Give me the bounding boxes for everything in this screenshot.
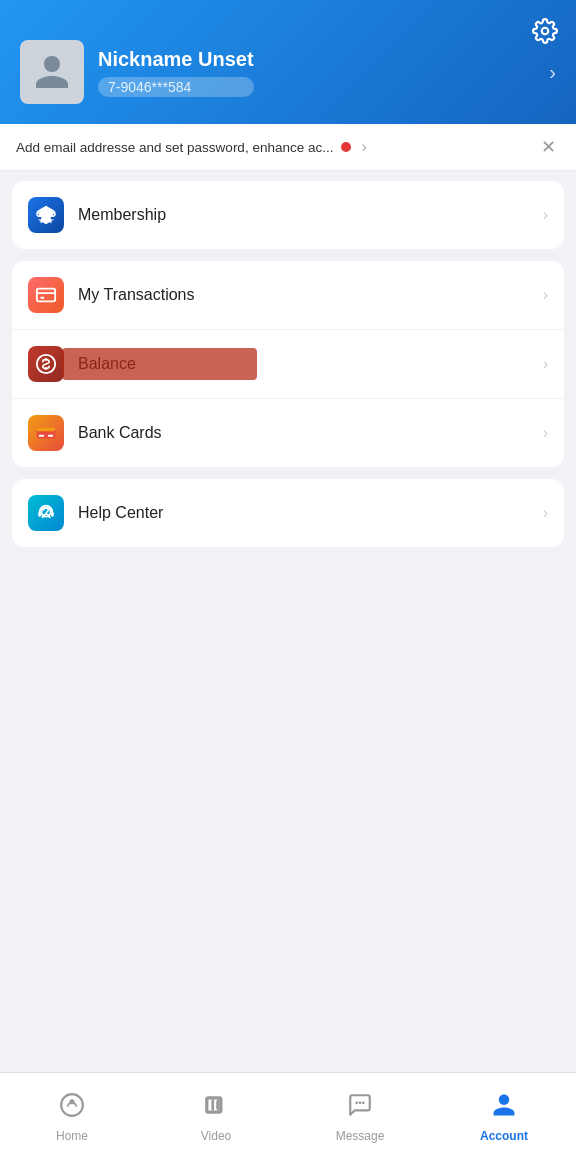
membership-menu-item[interactable]: Membership › — [12, 181, 564, 249]
transactions-icon — [28, 277, 64, 313]
balance-menu-item[interactable]: Balance › — [12, 330, 564, 399]
bankcards-chevron-icon: › — [543, 424, 548, 442]
svg-rect-11 — [38, 512, 41, 517]
bankcards-icon — [28, 415, 64, 451]
banner-dot-icon — [341, 142, 351, 152]
bankcards-label: Bank Cards — [78, 424, 543, 442]
home-icon — [59, 1092, 85, 1125]
user-nickname: Nickname Unset — [98, 48, 254, 71]
balance-label: Balance — [78, 355, 543, 373]
svg-rect-2 — [37, 289, 55, 302]
home-nav-label: Home — [56, 1129, 88, 1143]
banner-content: Add email addresse and set password, enh… — [16, 138, 537, 156]
transactions-label: My Transactions — [78, 286, 543, 304]
nav-item-account[interactable]: Account — [432, 1073, 576, 1154]
message-nav-label: Message — [336, 1129, 385, 1143]
membership-icon — [28, 197, 64, 233]
svg-rect-8 — [39, 435, 45, 437]
nav-item-message[interactable]: Message — [288, 1073, 432, 1154]
svg-point-0 — [542, 28, 549, 35]
balance-icon — [28, 346, 64, 382]
svg-point-13 — [61, 1094, 83, 1116]
svg-rect-12 — [51, 512, 54, 517]
helpcenter-label: Help Center — [78, 504, 543, 522]
video-icon — [203, 1092, 229, 1125]
transactions-menu-item[interactable]: My Transactions › — [12, 261, 564, 330]
balance-chevron-icon: › — [543, 355, 548, 373]
transactions-chevron-icon: › — [543, 286, 548, 304]
user-phone: 7-9046***584 — [98, 77, 254, 97]
helpcenter-menu-item[interactable]: Help Center › — [12, 479, 564, 547]
account-icon — [491, 1092, 517, 1125]
header: Nickname Unset 7-9046***584 › — [0, 0, 576, 124]
settings-button[interactable] — [532, 18, 558, 50]
membership-chevron-icon: › — [543, 206, 548, 224]
nav-item-video[interactable]: Video — [144, 1073, 288, 1154]
banner-message: Add email addresse and set password, enh… — [16, 140, 333, 155]
banner-chevron-icon: › — [361, 138, 366, 156]
svg-point-14 — [70, 1100, 73, 1103]
nav-item-home[interactable]: Home — [0, 1073, 144, 1154]
svg-rect-9 — [48, 435, 54, 437]
banner-close-button[interactable]: ✕ — [537, 136, 560, 158]
support-section: Help Center › — [12, 479, 564, 547]
user-info: Nickname Unset 7-9046***584 — [98, 48, 254, 97]
message-icon — [347, 1092, 373, 1125]
helpcenter-icon — [28, 495, 64, 531]
bottom-navigation: Home Video Message — [0, 1072, 576, 1154]
membership-section: Membership › — [12, 181, 564, 249]
video-nav-label: Video — [201, 1129, 231, 1143]
svg-rect-7 — [37, 428, 55, 432]
user-profile-section[interactable]: Nickname Unset 7-9046***584 — [20, 40, 254, 104]
profile-chevron-icon: › — [549, 61, 556, 84]
financial-section: My Transactions › Balance › Bank Cards › — [12, 261, 564, 467]
membership-label: Membership — [78, 206, 543, 224]
avatar — [20, 40, 84, 104]
bankcards-menu-item[interactable]: Bank Cards › — [12, 399, 564, 467]
helpcenter-chevron-icon: › — [543, 504, 548, 522]
account-nav-label: Account — [480, 1129, 528, 1143]
security-banner[interactable]: Add email addresse and set password, enh… — [0, 124, 576, 171]
